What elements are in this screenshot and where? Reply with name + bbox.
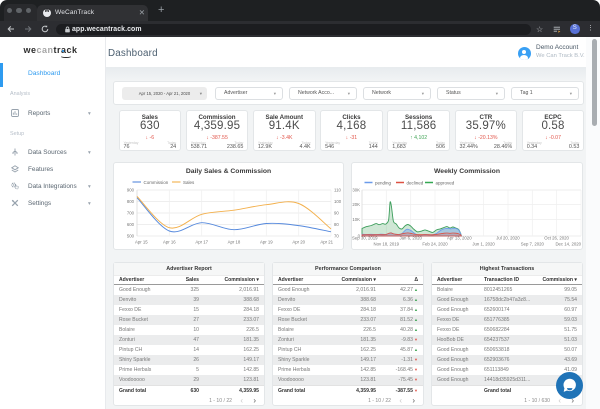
svg-text:80: 80 bbox=[334, 222, 339, 227]
svg-text:10K: 10K bbox=[352, 217, 360, 222]
svg-text:Sales: Sales bbox=[183, 180, 195, 185]
svg-text:declined: declined bbox=[407, 181, 424, 186]
svg-text:Nov 18, 2019: Nov 18, 2019 bbox=[374, 242, 400, 247]
svg-text:pending: pending bbox=[375, 181, 392, 186]
svg-text:800: 800 bbox=[127, 199, 135, 204]
svg-text:approved: approved bbox=[436, 181, 455, 186]
svg-text:Feb 24, 2020: Feb 24, 2020 bbox=[422, 242, 448, 247]
svg-text:500: 500 bbox=[127, 234, 135, 239]
svg-text:30K: 30K bbox=[352, 188, 360, 193]
svg-text:Oct 26, 2020: Oct 26, 2020 bbox=[544, 236, 569, 241]
svg-text:90: 90 bbox=[334, 211, 339, 216]
svg-text:Dec 14, 2020: Dec 14, 2020 bbox=[555, 242, 581, 247]
svg-text:900: 900 bbox=[127, 188, 135, 193]
svg-text:700: 700 bbox=[127, 211, 135, 216]
svg-text:Jul 20, 2020: Jul 20, 2020 bbox=[496, 236, 520, 241]
svg-text:Apr 19: Apr 19 bbox=[260, 239, 273, 244]
svg-text:110: 110 bbox=[334, 188, 341, 193]
svg-text:Apr 16: Apr 16 bbox=[163, 239, 176, 244]
svg-text:Commission: Commission bbox=[144, 180, 169, 185]
svg-text:600: 600 bbox=[127, 222, 135, 227]
svg-text:20K: 20K bbox=[352, 202, 360, 207]
svg-text:Apr 21: Apr 21 bbox=[320, 239, 333, 244]
svg-text:100: 100 bbox=[334, 199, 342, 204]
svg-text:70: 70 bbox=[334, 234, 339, 239]
svg-text:Apr 20: Apr 20 bbox=[292, 239, 305, 244]
svg-text:Apr 17: Apr 17 bbox=[195, 239, 208, 244]
svg-text:Jun 1, 2020: Jun 1, 2020 bbox=[472, 242, 495, 247]
svg-text:Sep 7, 2020: Sep 7, 2020 bbox=[521, 242, 545, 247]
svg-text:Apr 18: Apr 18 bbox=[228, 239, 241, 244]
svg-text:Apr 15: Apr 15 bbox=[135, 239, 148, 244]
